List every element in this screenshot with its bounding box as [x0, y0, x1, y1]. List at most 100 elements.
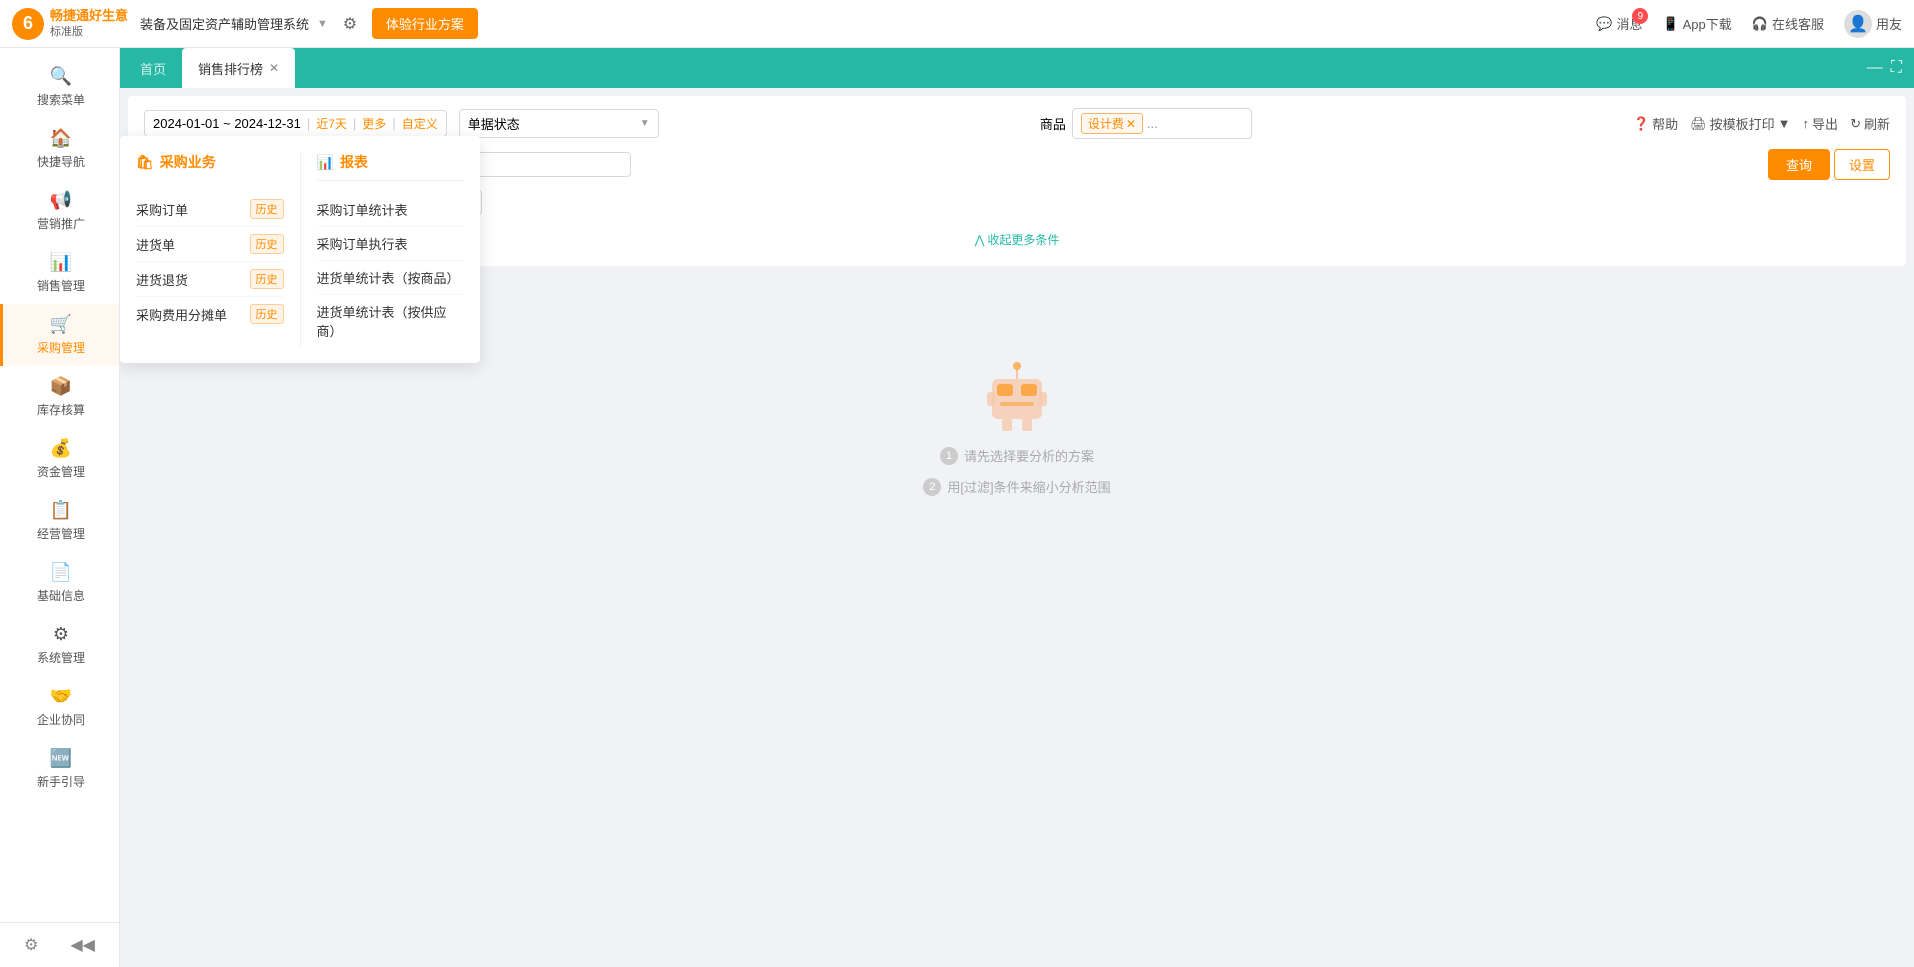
- export-btn[interactable]: ↑ 导出: [1803, 114, 1839, 133]
- sidebar-item-label: 营销推广: [37, 215, 85, 232]
- notification-badge: 9: [1632, 8, 1648, 24]
- main-layout: 🔍 搜索菜单 🏠 快捷导航 📢 营销推广 📊 销售管理 🛒 采购管理 📦 库存核…: [0, 48, 1914, 967]
- dropdown-item-purchase-order[interactable]: 采购订单 历史: [136, 192, 284, 227]
- footer-collapse-btn[interactable]: ◀◀: [70, 935, 95, 955]
- system-dropdown-btn[interactable]: ▼: [317, 18, 328, 30]
- sidebar-item-search[interactable]: 🔍 搜索菜单: [0, 56, 119, 118]
- sidebar-item-label: 基础信息: [37, 587, 85, 604]
- help-btn[interactable]: ❓ 帮助: [1633, 114, 1678, 133]
- sidebar-item-system[interactable]: ⚙ 系统管理: [0, 614, 119, 676]
- refresh-label: 刷新: [1864, 114, 1890, 133]
- brand-name: 畅捷通好生意: [50, 8, 128, 25]
- header-middle: 装备及固定资产辅助管理系统 ▼ ⚙ 体验行业方案: [132, 8, 1596, 39]
- footer-settings-btn[interactable]: ⚙: [24, 935, 38, 955]
- sidebar-item-label: 新手引导: [37, 773, 85, 790]
- logo-area: 6 畅捷通好生意 标准版: [12, 8, 132, 40]
- purchase-col: 🛍 采购业务 采购订单 历史 进货单 历史 进货退货: [136, 152, 284, 347]
- top-header: 6 畅捷通好生意 标准版 装备及固定资产辅助管理系统 ▼ ⚙ 体验行业方案 💬 …: [0, 0, 1914, 48]
- time-btn-custom[interactable]: 自定义: [402, 115, 438, 132]
- goods-label: 商品: [1040, 114, 1066, 133]
- refresh-icon: ↻: [1850, 116, 1861, 132]
- finance-icon: 💰: [50, 438, 72, 459]
- query-btn[interactable]: 查询: [1768, 149, 1830, 180]
- date-filter[interactable]: 2024-01-01 ~ 2024-12-31 | 近7天 | 更多 | 自定义: [144, 110, 447, 137]
- reports-col-icon: 📊: [317, 154, 334, 171]
- purchase-dropdown-menu: 🛍 采购业务 采购订单 历史 进货单 历史 进货退货: [120, 136, 480, 363]
- dropdown-item-label: 采购订单统计表: [317, 200, 408, 219]
- print-label: 按模板打印: [1710, 114, 1775, 133]
- marketing-icon: 📢: [50, 190, 72, 211]
- purchase-icon: 🛒: [50, 314, 72, 335]
- sidebar-item-guide[interactable]: 🆕 新手引导: [0, 738, 119, 800]
- online-service-btn[interactable]: 🎧 在线客服: [1752, 14, 1824, 33]
- sidebar-item-enterprise[interactable]: 🤝 企业协同: [0, 676, 119, 738]
- goods-dots[interactable]: ...: [1147, 116, 1158, 131]
- sidebar-item-label: 资金管理: [37, 463, 85, 480]
- time-btn-more[interactable]: 更多: [362, 115, 386, 132]
- dropdown-item-purchase-receipt[interactable]: 进货单 历史: [136, 227, 284, 262]
- purchase-col-title: 🛍 采购业务: [136, 152, 284, 180]
- time-btn-today[interactable]: 近7天: [316, 115, 347, 132]
- reports-col-title: 📊 报表: [317, 152, 465, 181]
- tab-home[interactable]: 首页: [124, 48, 182, 88]
- sidebar-item-label: 采购管理: [37, 339, 85, 356]
- content-wrapper: 🛍 采购业务 采购订单 历史 进货单 历史 进货退货: [120, 96, 1914, 576]
- tab-sales-rank[interactable]: 销售排行榜 ✕: [182, 48, 295, 88]
- collapse-up-icon: ⋀: [975, 233, 985, 247]
- sales-icon: 📊: [50, 252, 72, 273]
- avatar: 👤: [1844, 10, 1872, 38]
- dropdown-item-receipt-goods[interactable]: 进货单统计表（按商品）: [317, 261, 465, 295]
- dropdown-item-purchase-expense[interactable]: 采购费用分摊单 历史: [136, 297, 284, 331]
- goods-filter[interactable]: 设计费 ✕ ...: [1072, 108, 1252, 139]
- dropdown-item-label: 采购订单执行表: [317, 234, 408, 253]
- headset-icon: 🎧: [1752, 16, 1768, 32]
- status-label: 单据状态: [468, 114, 520, 133]
- dropdown-item-purchase-return[interactable]: 进货退货 历史: [136, 262, 284, 297]
- app-label: App下载: [1683, 14, 1732, 33]
- dropdown-item-po-exec[interactable]: 采购订单执行表: [317, 227, 465, 261]
- sidebar-item-label: 企业协同: [37, 711, 85, 728]
- brand-version: 标准版: [50, 25, 128, 39]
- sidebar-item-purchase[interactable]: 🛒 采购管理: [0, 304, 119, 366]
- sidebar-item-inventory[interactable]: 📦 库存核算: [0, 366, 119, 428]
- sidebar-item-finance[interactable]: 💰 资金管理: [0, 428, 119, 490]
- sidebar-item-marketing[interactable]: 📢 营销推广: [0, 180, 119, 242]
- user-btn[interactable]: 👤 用友: [1844, 10, 1902, 38]
- dropdown-item-label: 进货退货: [136, 270, 188, 289]
- sidebar-item-label: 经营管理: [37, 525, 85, 542]
- notification-btn[interactable]: 💬 消息 9: [1596, 14, 1642, 33]
- empty-num-1: 1: [940, 447, 958, 465]
- tab-minimize-btn[interactable]: —: [1867, 59, 1883, 77]
- tab-expand-btn[interactable]: ⛶: [1891, 59, 1902, 77]
- sidebar-item-label: 销售管理: [37, 277, 85, 294]
- history-tag: 历史: [250, 234, 284, 254]
- refresh-btn[interactable]: ↻ 刷新: [1850, 114, 1890, 133]
- help-label: 帮助: [1652, 114, 1678, 133]
- sidebar-item-quick-nav[interactable]: 🏠 快捷导航: [0, 118, 119, 180]
- sidebar-item-basic-info[interactable]: 📄 基础信息: [0, 552, 119, 614]
- sidebar-item-sales[interactable]: 📊 销售管理: [0, 242, 119, 304]
- phone-icon: 📱: [1662, 16, 1678, 32]
- sidebar-item-operation[interactable]: 📋 经营管理: [0, 490, 119, 552]
- app-download-btn[interactable]: 📱 App下载: [1662, 14, 1731, 33]
- tab-sales-rank-label: 销售排行榜: [198, 59, 263, 78]
- dropdown-item-po-stats[interactable]: 采购订单统计表: [317, 193, 465, 227]
- status-filter[interactable]: 单据状态 ▼: [459, 109, 659, 138]
- tab-close-btn[interactable]: ✕: [269, 61, 279, 75]
- system-settings-btn[interactable]: ⚙: [336, 10, 364, 38]
- purchase-col-label: 采购业务: [160, 152, 216, 172]
- collapse-label: 收起更多条件: [987, 231, 1059, 248]
- tab-bar-right: — ⛶: [1867, 59, 1910, 77]
- dropdown-item-label: 采购费用分摊单: [136, 305, 227, 324]
- settings-btn2[interactable]: 设置: [1834, 149, 1890, 180]
- goods-tag-close[interactable]: ✕: [1126, 117, 1136, 131]
- basic-info-icon: 📄: [50, 562, 72, 583]
- reports-col-label: 报表: [340, 152, 368, 172]
- industry-btn[interactable]: 体验行业方案: [372, 8, 478, 39]
- sidebar: 🔍 搜索菜单 🏠 快捷导航 📢 营销推广 📊 销售管理 🛒 采购管理 📦 库存核…: [0, 48, 120, 967]
- status-arrow-icon: ▼: [640, 118, 650, 129]
- dropdown-item-receipt-supplier[interactable]: 进货单统计表（按供应商）: [317, 295, 465, 347]
- help-icon: ❓: [1633, 116, 1649, 132]
- print-btn[interactable]: 🖨 按模板打印 ▼: [1690, 114, 1790, 133]
- dropdown-item-label: 进货单: [136, 235, 175, 254]
